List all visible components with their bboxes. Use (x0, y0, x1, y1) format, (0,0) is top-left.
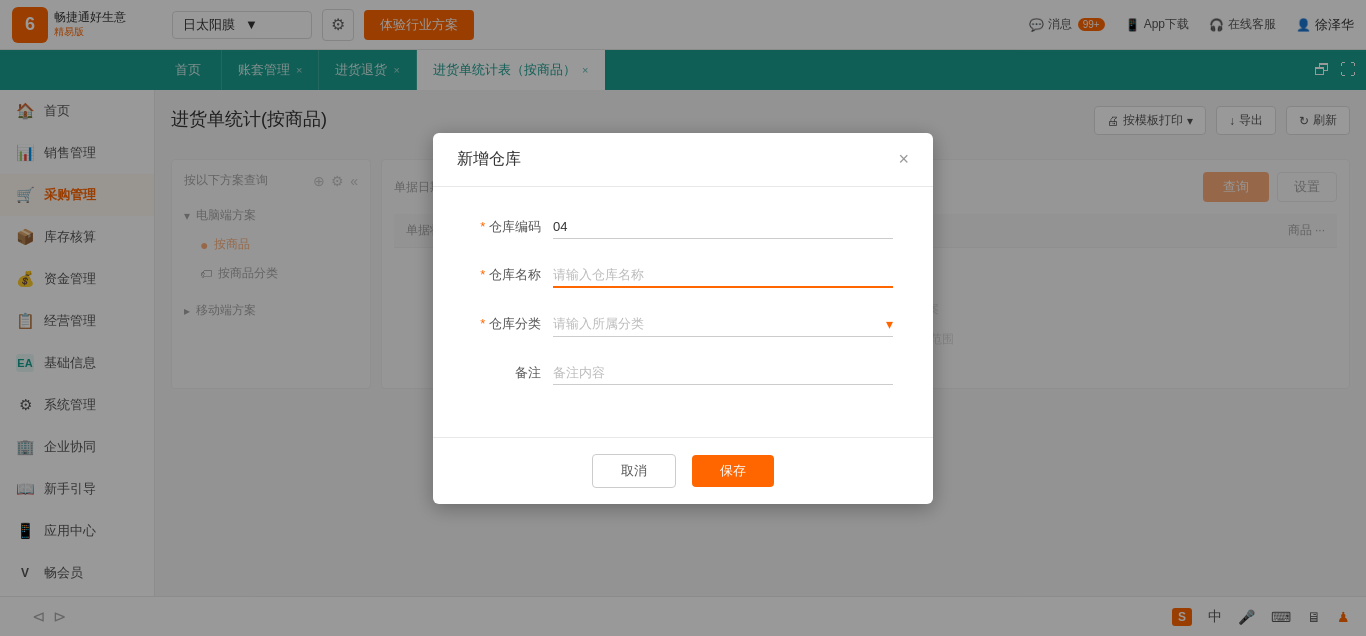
dialog-footer: 取消 保存 (433, 437, 933, 504)
select-arrow-icon[interactable]: ▾ (886, 316, 893, 332)
save-button[interactable]: 保存 (692, 455, 774, 487)
form-row-code: 仓库编码 (473, 215, 893, 239)
category-select[interactable]: ▾ (553, 312, 893, 337)
cancel-button[interactable]: 取消 (592, 454, 676, 488)
note-label: 备注 (473, 364, 553, 382)
form-row-name: 仓库名称 (473, 263, 893, 288)
form-row-note: 备注 (473, 361, 893, 385)
category-input[interactable] (553, 316, 886, 331)
dialog-title: 新增仓库 (457, 149, 521, 170)
form-row-category: 仓库分类 ▾ (473, 312, 893, 337)
add-warehouse-dialog: 新增仓库 × 仓库编码 仓库名称 仓库分类 ▾ (433, 133, 933, 504)
code-input[interactable] (553, 215, 893, 239)
name-input[interactable] (553, 263, 893, 288)
dialog-close-button[interactable]: × (898, 150, 909, 168)
dialog-body: 仓库编码 仓库名称 仓库分类 ▾ 备注 (433, 187, 933, 437)
code-label: 仓库编码 (473, 218, 553, 236)
category-label: 仓库分类 (473, 315, 553, 333)
modal-overlay: 新增仓库 × 仓库编码 仓库名称 仓库分类 ▾ (0, 0, 1366, 636)
note-input[interactable] (553, 361, 893, 385)
dialog-header: 新增仓库 × (433, 133, 933, 187)
name-label: 仓库名称 (473, 266, 553, 284)
